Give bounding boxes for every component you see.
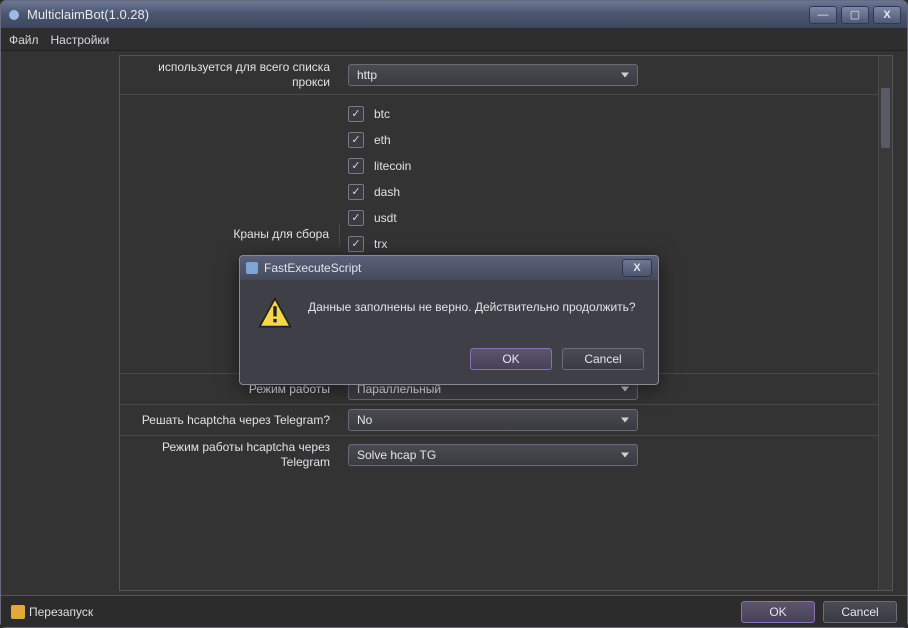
- ok-button[interactable]: OK: [741, 601, 815, 623]
- modal-cancel-button[interactable]: Cancel: [562, 348, 644, 370]
- left-gutter: [1, 51, 119, 595]
- modal-body: Данные заполнены не верно. Действительно…: [240, 280, 658, 340]
- main-window: MulticlaimBot(1.0.28) — ▢ X Файл Настрой…: [0, 0, 908, 628]
- list-item: ✓ btc: [348, 101, 884, 127]
- window-title: MulticlaimBot(1.0.28): [27, 7, 149, 22]
- checkbox[interactable]: ✓: [348, 210, 364, 226]
- restart-icon: [11, 605, 25, 619]
- modal-close-button[interactable]: X: [622, 259, 652, 277]
- maximize-button[interactable]: ▢: [841, 6, 869, 24]
- app-icon: [7, 8, 21, 22]
- faucet-label: eth: [374, 133, 391, 147]
- list-item: ✓ usdt: [348, 205, 884, 231]
- modal-app-icon: [246, 262, 258, 274]
- scrollbar-thumb[interactable]: [881, 88, 890, 148]
- cancel-button[interactable]: Cancel: [823, 601, 897, 623]
- list-item: ✓ eth: [348, 127, 884, 153]
- checkbox[interactable]: ✓: [348, 236, 364, 252]
- list-item: ✓ litecoin: [348, 153, 884, 179]
- faucet-label: usdt: [374, 211, 397, 225]
- proxy-type-dropdown[interactable]: http: [348, 64, 638, 86]
- menubar: Файл Настройки: [1, 29, 907, 51]
- hcap-mode-dropdown[interactable]: Solve hcap TG: [348, 444, 638, 466]
- cancel-label: Cancel: [841, 605, 878, 619]
- faucets-label: Краны для сбора: [120, 223, 340, 246]
- modal-cancel-label: Cancel: [584, 352, 621, 366]
- hcap-tg-value: No: [357, 413, 372, 427]
- row-hcap-tg: Решать hcaptcha через Telegram? No: [120, 405, 892, 436]
- faucet-label: trx: [374, 237, 387, 251]
- restart-button[interactable]: Перезапуск: [11, 605, 93, 619]
- faucet-label: btc: [374, 107, 390, 121]
- modal-ok-label: OK: [502, 352, 519, 366]
- checkbox[interactable]: ✓: [348, 132, 364, 148]
- hcap-tg-dropdown[interactable]: No: [348, 409, 638, 431]
- list-item: ✓ dash: [348, 179, 884, 205]
- modal-message: Данные заполнены не верно. Действительно…: [308, 296, 636, 314]
- scrollbar[interactable]: [878, 56, 892, 590]
- faucet-label: dash: [374, 185, 400, 199]
- checkbox[interactable]: ✓: [348, 158, 364, 174]
- modal-titlebar: FastExecuteScript X: [240, 256, 658, 280]
- list-item: ✓ trx: [348, 231, 884, 257]
- titlebar: MulticlaimBot(1.0.28) — ▢ X: [1, 1, 907, 29]
- checkbox[interactable]: ✓: [348, 184, 364, 200]
- modal-dialog: FastExecuteScript X Данные заполнены не …: [239, 255, 659, 385]
- close-button[interactable]: X: [873, 6, 901, 24]
- proxy-type-value: http: [357, 68, 377, 82]
- bottom-bar: Перезапуск OK Cancel: [1, 595, 907, 627]
- ok-label: OK: [769, 605, 786, 619]
- hcap-mode-label: Режим работы hcaptcha через Telegram: [120, 436, 340, 474]
- modal-footer: OK Cancel: [240, 340, 658, 384]
- warning-icon: [258, 296, 292, 330]
- minimize-button[interactable]: —: [809, 6, 837, 24]
- faucet-label: litecoin: [374, 159, 411, 173]
- menu-settings[interactable]: Настройки: [51, 33, 110, 47]
- restart-label: Перезапуск: [29, 605, 93, 619]
- row-proxy-type: используется для всего списка прокси htt…: [120, 56, 892, 95]
- hcap-tg-label: Решать hcaptcha через Telegram?: [120, 405, 340, 435]
- modal-title: FastExecuteScript: [264, 261, 361, 275]
- hcap-mode-value: Solve hcap TG: [357, 448, 436, 462]
- checkbox[interactable]: ✓: [348, 106, 364, 122]
- proxy-type-label: используется для всего списка прокси: [120, 56, 340, 94]
- modal-ok-button[interactable]: OK: [470, 348, 552, 370]
- menu-file[interactable]: Файл: [9, 33, 39, 47]
- row-hcap-mode: Режим работы hcaptcha через Telegram Sol…: [120, 436, 892, 474]
